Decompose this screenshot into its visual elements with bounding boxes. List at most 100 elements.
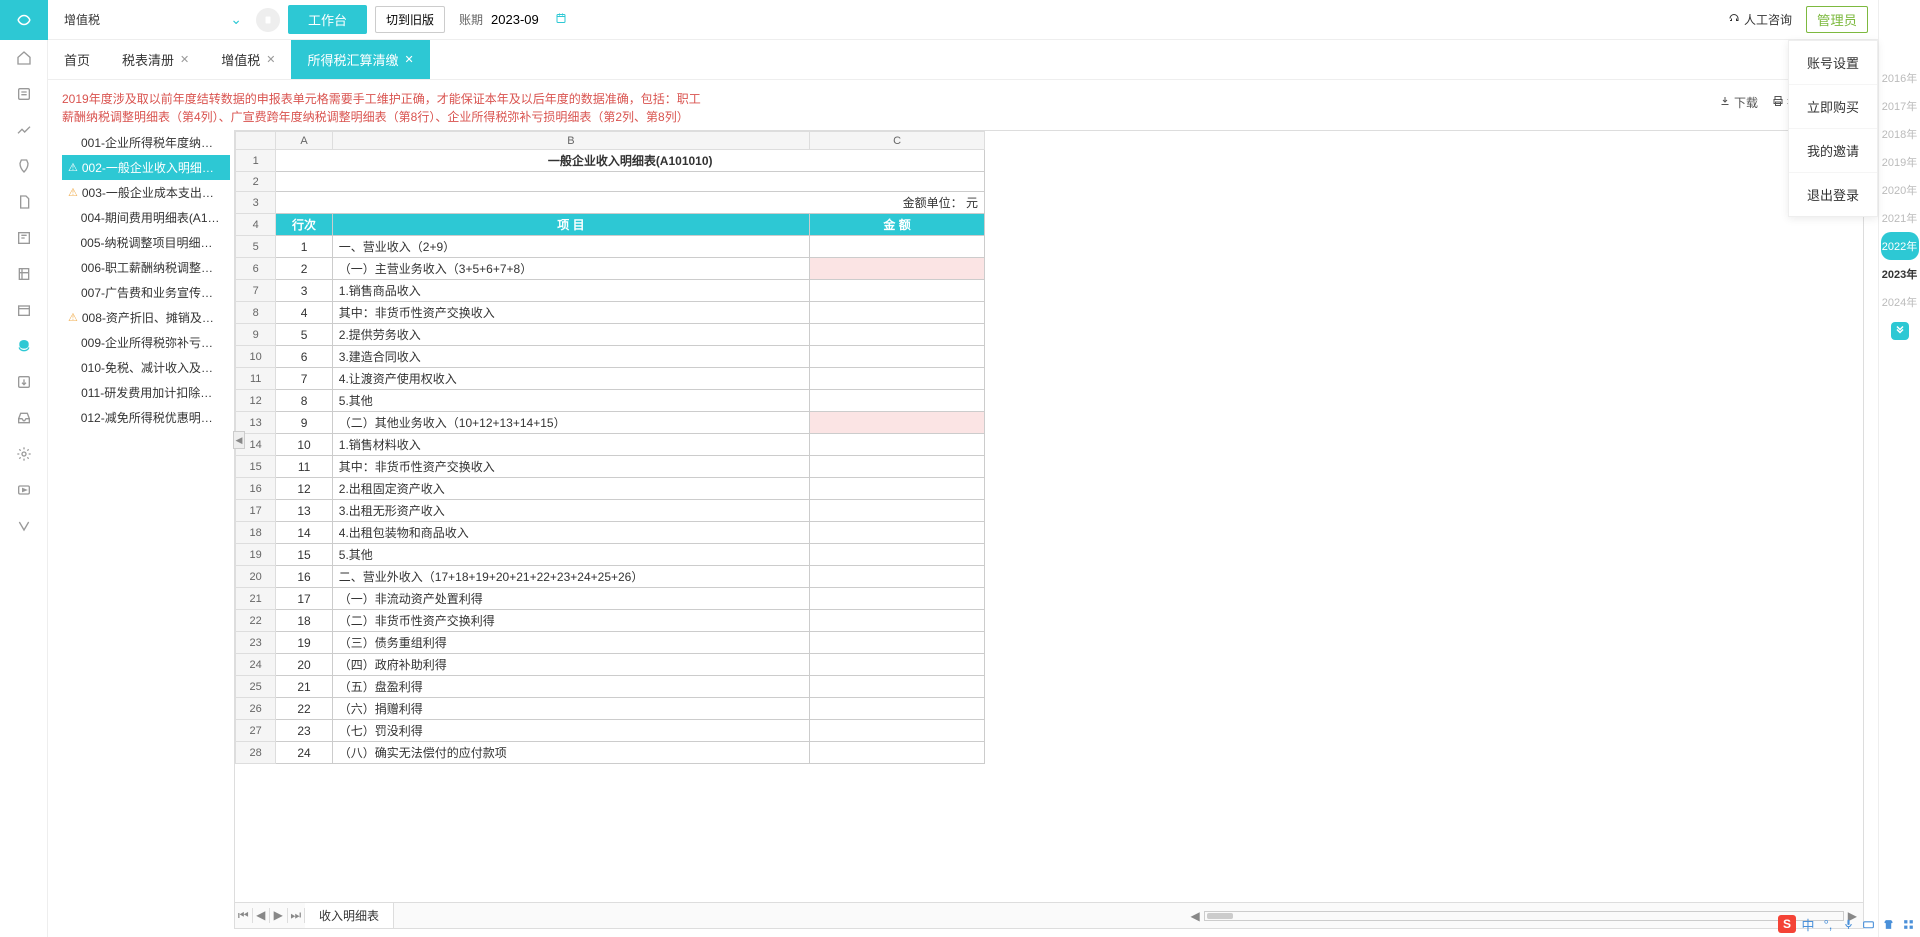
hscroll-thumb[interactable] <box>1207 913 1233 919</box>
line-number-cell[interactable]: 8 <box>276 390 332 412</box>
amount-cell[interactable] <box>810 324 985 346</box>
switch-old-button[interactable]: 切到旧版 <box>375 6 445 33</box>
row-header[interactable]: 11 <box>236 368 276 390</box>
page-tab[interactable]: 首页 <box>48 40 106 79</box>
template-icon[interactable] <box>0 256 48 292</box>
note-toggle[interactable] <box>256 8 280 32</box>
amount-cell[interactable] <box>810 368 985 390</box>
line-number-cell[interactable]: 22 <box>276 698 332 720</box>
amount-cell[interactable] <box>810 456 985 478</box>
admin-button[interactable]: 管理员 <box>1806 6 1868 33</box>
item-cell[interactable]: 3.建造合同收入 <box>332 346 809 368</box>
row-header[interactable]: 12 <box>236 390 276 412</box>
tab-close-icon[interactable]: ✕ <box>266 53 275 66</box>
item-cell[interactable]: 4.让渡资产使用权收入 <box>332 368 809 390</box>
form-list-item[interactable]: ⚠003-一般企业成本支出明细... <box>62 180 230 205</box>
amount-cell[interactable] <box>810 522 985 544</box>
row-header[interactable]: 25 <box>236 676 276 698</box>
amount-cell[interactable] <box>810 720 985 742</box>
row-header[interactable]: 19 <box>236 544 276 566</box>
line-number-cell[interactable]: 6 <box>276 346 332 368</box>
amount-cell[interactable] <box>810 478 985 500</box>
box-icon[interactable] <box>0 292 48 328</box>
item-cell[interactable]: （八）确实无法偿付的应付款项 <box>332 742 809 764</box>
vip-icon[interactable] <box>0 508 48 544</box>
form-list-item[interactable]: 012-减免所得税优惠明细表(... <box>62 405 230 430</box>
amount-cell[interactable] <box>810 610 985 632</box>
sheet-tab[interactable]: 收入明细表 <box>305 903 394 928</box>
settings-icon[interactable] <box>0 436 48 472</box>
line-number-cell[interactable]: 4 <box>276 302 332 324</box>
line-number-cell[interactable]: 18 <box>276 610 332 632</box>
col-header[interactable]: C <box>810 132 985 150</box>
line-number-cell[interactable]: 5 <box>276 324 332 346</box>
line-number-cell[interactable]: 21 <box>276 676 332 698</box>
item-cell[interactable]: （五）盘盈利得 <box>332 676 809 698</box>
year-item[interactable]: 2021年 <box>1881 204 1919 232</box>
item-cell[interactable]: 其中：非货币性资产交换收入 <box>332 456 809 478</box>
sheet-nav-last[interactable]: ⏭ <box>288 908 306 923</box>
item-cell[interactable]: 2.出租固定资产收入 <box>332 478 809 500</box>
item-cell[interactable]: 二、营业外收入（17+18+19+20+21+22+23+24+25+26） <box>332 566 809 588</box>
tab-close-icon[interactable]: ✕ <box>180 53 189 66</box>
row-header[interactable]: 22 <box>236 610 276 632</box>
line-number-cell[interactable]: 9 <box>276 412 332 434</box>
row-header[interactable]: 10 <box>236 346 276 368</box>
line-number-cell[interactable]: 7 <box>276 368 332 390</box>
amount-cell[interactable] <box>810 434 985 456</box>
item-cell[interactable]: 5.其他 <box>332 390 809 412</box>
sheet-nav-next[interactable]: ▶ <box>270 908 288 923</box>
line-number-cell[interactable]: 12 <box>276 478 332 500</box>
document-icon[interactable] <box>0 184 48 220</box>
admin-menu-item[interactable]: 我的邀请 <box>1789 129 1877 173</box>
inbox-icon[interactable] <box>0 400 48 436</box>
year-item[interactable]: 2016年 <box>1881 64 1919 92</box>
sheet-scroll-area[interactable]: A B C 1一般企业收入明细表(A101010)23金额单位： 元4行次项 目… <box>235 131 1863 902</box>
year-item[interactable]: 2020年 <box>1881 176 1919 204</box>
ime-lang[interactable]: 中 <box>1800 916 1816 932</box>
ime-mic-icon[interactable] <box>1840 916 1856 932</box>
manual-consult-link[interactable]: 人工咨询 <box>1722 9 1798 30</box>
hscroll-track[interactable] <box>1204 911 1844 921</box>
row-header[interactable]: 16 <box>236 478 276 500</box>
amount-cell[interactable] <box>810 632 985 654</box>
line-number-cell[interactable]: 13 <box>276 500 332 522</box>
form-list-item[interactable]: ⚠008-资产折旧、摊销及纳税... <box>62 305 230 330</box>
ledger-icon[interactable] <box>0 76 48 112</box>
item-cell[interactable]: （二）其他业务收入（10+12+13+14+15） <box>332 412 809 434</box>
line-number-cell[interactable]: 20 <box>276 654 332 676</box>
admin-menu-item[interactable]: 退出登录 <box>1789 173 1877 216</box>
amount-cell[interactable] <box>810 390 985 412</box>
item-cell[interactable]: 3.出租无形资产收入 <box>332 500 809 522</box>
item-cell[interactable]: （六）捐赠利得 <box>332 698 809 720</box>
item-cell[interactable]: （一）主营业务收入（3+5+6+7+8） <box>332 258 809 280</box>
col-header[interactable]: B <box>332 132 809 150</box>
item-cell[interactable]: （三）债务重组利得 <box>332 632 809 654</box>
form-list-item[interactable]: 001-企业所得税年度纳税申... <box>62 130 230 155</box>
entity-selector[interactable]: 增值税 ⌄ <box>58 7 248 32</box>
form-list-item[interactable]: 007-广告费和业务宣传费跨... <box>62 280 230 305</box>
year-item[interactable]: 2018年 <box>1881 120 1919 148</box>
year-collapse-icon[interactable] <box>1891 322 1909 340</box>
ime-skin-icon[interactable] <box>1880 916 1896 932</box>
amount-cell[interactable] <box>810 346 985 368</box>
sheet-nav-prev[interactable]: ◀ <box>253 908 271 923</box>
form-list-item[interactable]: 010-免税、减计收入及加计... <box>62 355 230 380</box>
report-icon[interactable] <box>0 220 48 256</box>
tax-icon[interactable] <box>0 328 48 364</box>
year-item[interactable]: 2022年 <box>1881 232 1919 260</box>
sheet-hscroll[interactable]: ◀ ▶ <box>394 909 1863 923</box>
amount-cell[interactable] <box>810 588 985 610</box>
row-header[interactable]: 1 <box>236 150 276 172</box>
page-tab[interactable]: 税表清册✕ <box>106 40 205 79</box>
row-header[interactable]: 26 <box>236 698 276 720</box>
sheet-nav-first[interactable]: ⏮ <box>235 908 253 923</box>
amount-cell[interactable] <box>810 698 985 720</box>
row-header[interactable]: 4 <box>236 214 276 236</box>
row-header[interactable]: 18 <box>236 522 276 544</box>
line-number-cell[interactable]: 19 <box>276 632 332 654</box>
line-number-cell[interactable]: 3 <box>276 280 332 302</box>
collapse-handle[interactable]: ◀ <box>233 431 245 449</box>
year-item[interactable]: 2024年 <box>1881 288 1919 316</box>
form-list-item[interactable]: 009-企业所得税弥补亏损明... <box>62 330 230 355</box>
